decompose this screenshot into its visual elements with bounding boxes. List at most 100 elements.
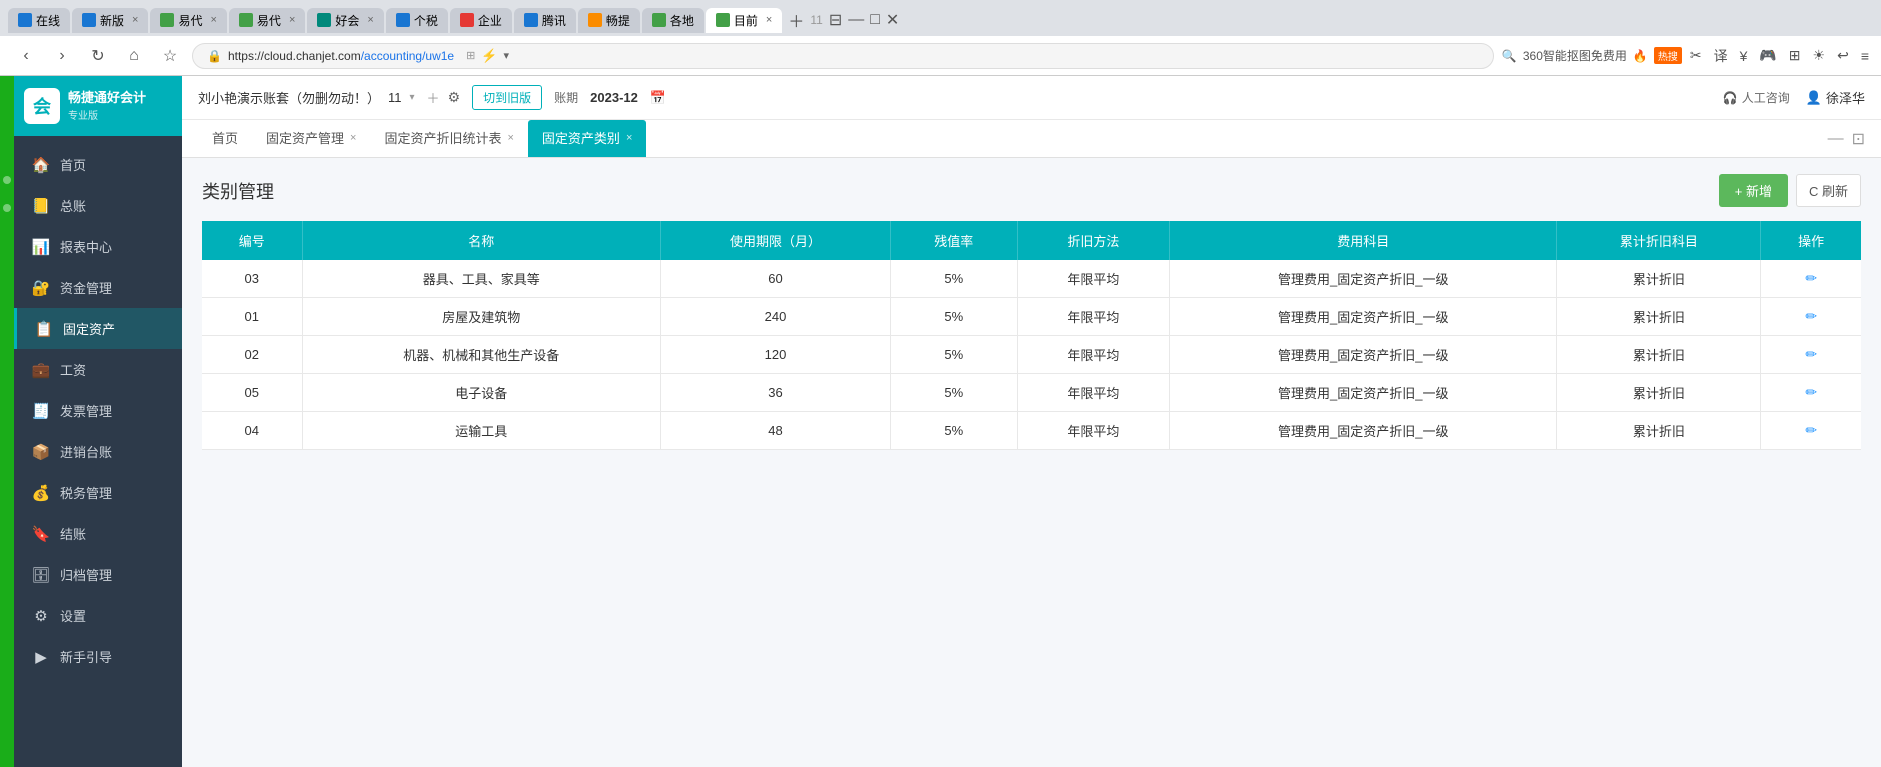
main-content: 刘小艳演示账套（勿删勿动！） 11 ▾ ＋ ⚙ 切到旧版 账期 2023-12 …: [182, 76, 1881, 767]
switch-version-button[interactable]: 切到旧版: [472, 85, 542, 110]
tab-close-2[interactable]: ×: [132, 14, 138, 26]
user-profile-button[interactable]: 👤 徐泽华: [1806, 88, 1865, 107]
tab-close-3[interactable]: ×: [210, 14, 216, 26]
tab-label-9: 畅提: [606, 12, 630, 29]
user-display-name: 徐泽华: [1826, 88, 1865, 107]
sidebar-item-guide[interactable]: ▶ 新手引导: [14, 636, 182, 677]
add-button[interactable]: + 新增: [1719, 174, 1788, 207]
tab-close-4[interactable]: ×: [289, 14, 295, 26]
user-info: 刘小艳演示账套（勿删勿动！） 11 ▾ ＋ ⚙: [198, 88, 460, 107]
sidebar-item-checkout[interactable]: 🔖 结账: [14, 513, 182, 554]
tab-icon-11: [716, 13, 730, 27]
coin-icon[interactable]: ¥: [1740, 48, 1748, 64]
col-expense: 费用科目: [1170, 221, 1557, 260]
browser-tab-2[interactable]: 新版 ×: [72, 8, 148, 33]
sidebar-item-archive[interactable]: 🗄 归档管理: [14, 554, 182, 595]
minimize-button[interactable]: —: [848, 11, 864, 29]
page-tab-depreciation[interactable]: 固定资产折旧统计表 ×: [370, 120, 527, 157]
headset-icon: 🎧: [1723, 91, 1738, 105]
browser-tab-8[interactable]: 腾讯: [514, 8, 576, 33]
close-window-button[interactable]: ✕: [886, 10, 899, 30]
refresh-button[interactable]: ↻: [84, 42, 112, 70]
sidebar-item-tax[interactable]: 💰 税务管理: [14, 472, 182, 513]
edit-button-0[interactable]: ✏: [1805, 270, 1817, 286]
period-label: 账期: [554, 89, 578, 106]
table-body: 03 器具、工具、家具等 60 5% 年限平均 管理费用_固定资产折旧_一级 累…: [202, 260, 1861, 450]
sidebar-logo: 会 畅捷通好会计 专业版: [14, 76, 182, 136]
browser-tab-3[interactable]: 易代 ×: [150, 8, 226, 33]
service-button[interactable]: 🎧 人工咨询: [1723, 89, 1790, 106]
col-method: 折旧方法: [1017, 221, 1170, 260]
sidebar-item-assets[interactable]: 📋 固定资产: [14, 308, 182, 349]
translate-icon[interactable]: 译: [1714, 46, 1728, 66]
browser-tab-11[interactable]: 目前 ×: [706, 8, 782, 33]
page-tab-category[interactable]: 固定资产类别 ×: [528, 120, 646, 157]
add-company-button[interactable]: ＋: [427, 88, 440, 107]
tab-actions: ＋ 11 ⊟ — □ ✕: [788, 8, 899, 32]
home-button[interactable]: ⌂: [120, 42, 148, 70]
settings-icon: ⚙: [32, 607, 50, 625]
sidebar-item-inventory[interactable]: 📦 进销台账: [14, 431, 182, 472]
calendar-icon[interactable]: 📅: [650, 90, 666, 106]
game-icon[interactable]: 🎮: [1759, 47, 1776, 64]
tab-depreciation-close[interactable]: ×: [507, 132, 513, 144]
grid-icon[interactable]: ⊞: [1789, 47, 1801, 64]
browser-tab-4[interactable]: 易代 ×: [229, 8, 305, 33]
table-row: 02 机器、机械和其他生产设备 120 5% 年限平均 管理费用_固定资产折旧_…: [202, 336, 1861, 374]
sidebar-item-reports[interactable]: 📊 报表中心: [14, 226, 182, 267]
sidebar-item-home[interactable]: 🏠 首页: [14, 144, 182, 185]
forward-button[interactable]: ›: [48, 42, 76, 70]
browser-tab-5[interactable]: 好会 ×: [307, 8, 383, 33]
browser-tab-6[interactable]: 个税: [386, 8, 448, 33]
browser-tab-9[interactable]: 畅提: [578, 8, 640, 33]
sidebar-item-salary[interactable]: 💼 工资: [14, 349, 182, 390]
service-label: 人工咨询: [1742, 89, 1790, 106]
tab-category-close[interactable]: ×: [626, 132, 632, 144]
undo-icon[interactable]: ↩: [1837, 47, 1849, 64]
left-edge-bar: [0, 76, 14, 767]
scissors-icon[interactable]: ✂: [1690, 47, 1702, 64]
lock-icon: 🔒: [207, 49, 222, 63]
table-row: 04 运输工具 48 5% 年限平均 管理费用_固定资产折旧_一级 累计折旧 ✏: [202, 412, 1861, 450]
edit-button-4[interactable]: ✏: [1805, 422, 1817, 438]
url-bar[interactable]: 🔒 https://cloud.chanjet.com/accounting/u…: [192, 43, 1494, 69]
edit-button-1[interactable]: ✏: [1805, 308, 1817, 324]
cell-action-0: ✏: [1761, 260, 1861, 298]
tab-close-11[interactable]: ×: [766, 14, 772, 26]
cell-method-0: 年限平均: [1017, 260, 1170, 298]
cell-months-3: 36: [661, 374, 891, 412]
cell-depreciation-4: 累计折旧: [1557, 412, 1761, 450]
cell-residual-0: 5%: [890, 260, 1017, 298]
col-code: 编号: [202, 221, 302, 260]
user-dropdown-arrow[interactable]: ▾: [410, 92, 415, 103]
bookmark-button[interactable]: ☆: [156, 42, 184, 70]
menu-icon[interactable]: ≡: [1861, 48, 1869, 64]
user-gear-button[interactable]: ⚙: [448, 89, 461, 106]
refresh-button[interactable]: C 刷新: [1796, 174, 1861, 207]
browser-tab-7[interactable]: 企业: [450, 8, 512, 33]
browser-tab-10[interactable]: 各地: [642, 8, 704, 33]
edit-button-2[interactable]: ✏: [1805, 346, 1817, 362]
page-tab-home[interactable]: 首页: [198, 120, 252, 157]
window-collapse-button[interactable]: —: [1828, 130, 1844, 148]
tab-menu-button[interactable]: ⊟: [829, 10, 842, 30]
page-tab-assets-mgmt[interactable]: 固定资产管理 ×: [252, 120, 370, 157]
sidebar-label-archive: 归档管理: [60, 565, 112, 584]
sidebar-item-settings[interactable]: ⚙ 设置: [14, 595, 182, 636]
window-expand-button[interactable]: ⊡: [1852, 129, 1865, 149]
tab-assets-mgmt-close[interactable]: ×: [350, 132, 356, 144]
sidebar-item-invoice[interactable]: 🧾 发票管理: [14, 390, 182, 431]
back-button[interactable]: ‹: [12, 42, 40, 70]
sidebar-item-ledger[interactable]: 📒 总账: [14, 185, 182, 226]
maximize-button[interactable]: □: [870, 11, 880, 29]
sidebar-item-funds[interactable]: 🔐 资金管理: [14, 267, 182, 308]
sun-icon[interactable]: ☀: [1813, 47, 1826, 64]
edit-button-3[interactable]: ✏: [1805, 384, 1817, 400]
browser-tab-1[interactable]: 在线: [8, 8, 70, 33]
home-icon: 🏠: [32, 156, 50, 174]
tab-label-11: 目前: [734, 12, 758, 29]
reports-icon: 📊: [32, 238, 50, 256]
cell-expense-1: 管理费用_固定资产折旧_一级: [1170, 298, 1557, 336]
new-tab-button[interactable]: ＋: [788, 8, 804, 32]
tab-close-5[interactable]: ×: [367, 14, 373, 26]
